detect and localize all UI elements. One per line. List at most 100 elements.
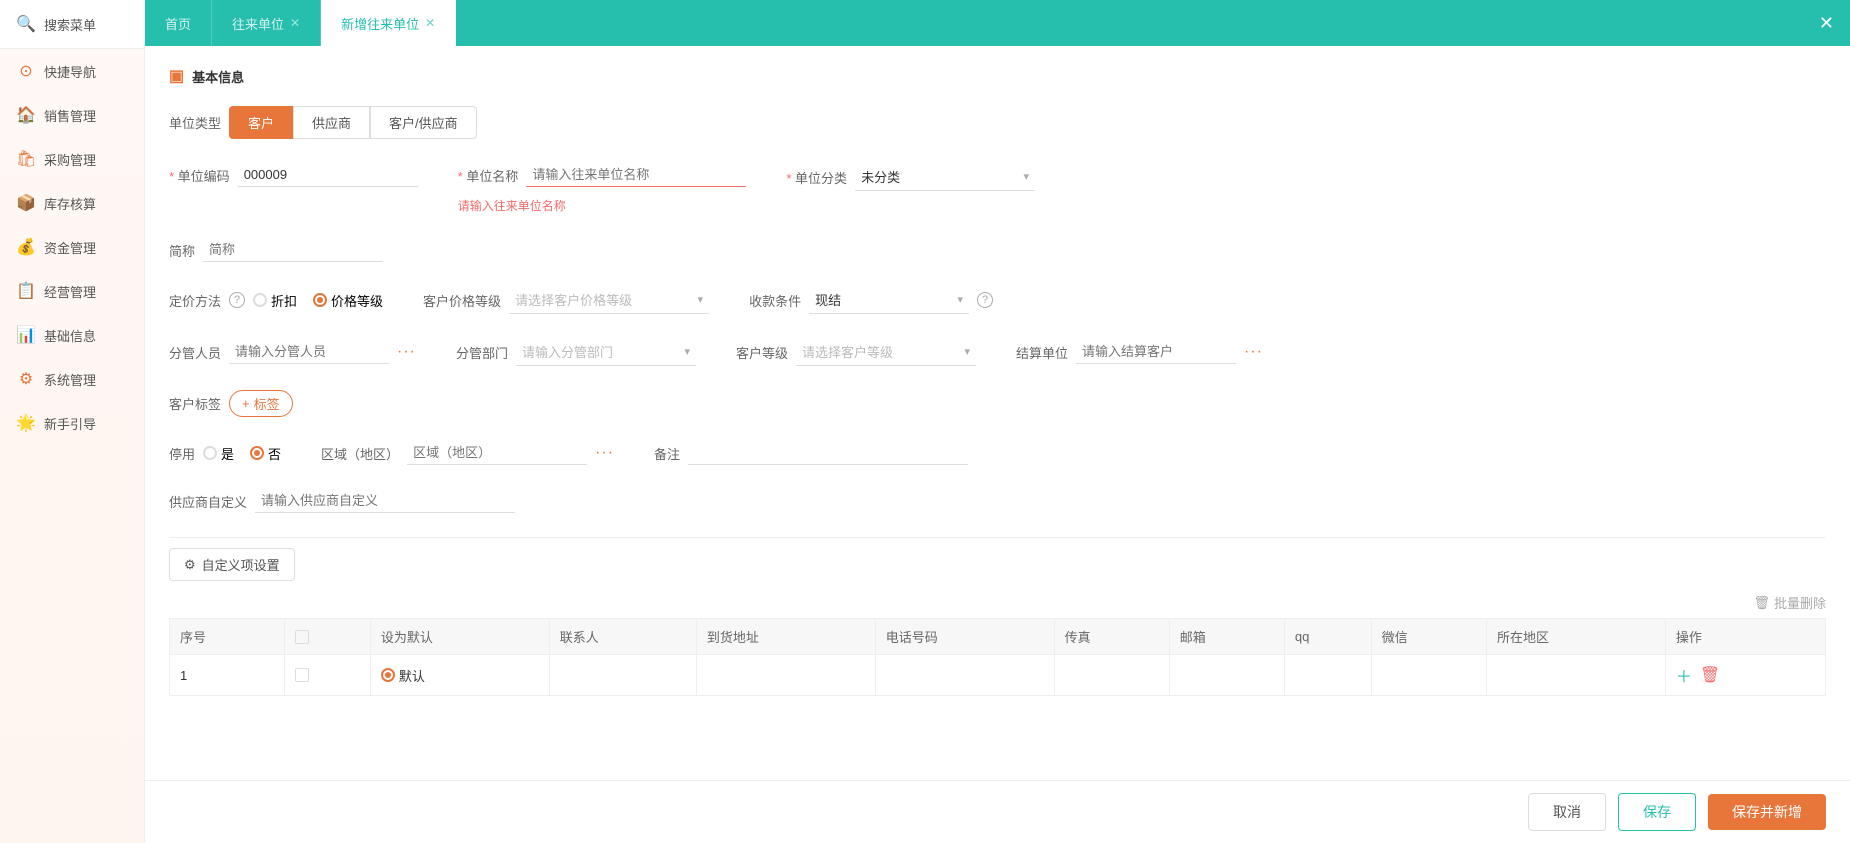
tab-home-label: 首页 <box>165 14 191 33</box>
sidebar-basic-label: 基础信息 <box>44 326 96 345</box>
sidebar-item-operations[interactable]: 📋 经营管理 <box>0 269 144 313</box>
guide-icon: 🌟 <box>16 413 36 433</box>
unit-code-label: 单位编码 <box>169 166 230 185</box>
cancel-button[interactable]: 取消 <box>1528 793 1606 831</box>
system-icon: ⚙ <box>16 369 36 389</box>
tab-partners[interactable]: 往来单位 ✕ <box>212 0 321 46</box>
row-add-button[interactable]: ＋ <box>1676 663 1692 687</box>
tab-partners-close[interactable]: ✕ <box>290 16 300 30</box>
sidebar-item-guide[interactable]: 🌟 新手引导 <box>0 401 144 445</box>
unit-name-group: 单位名称 请输入往来单位名称 <box>458 163 747 214</box>
sidebar-purchase-label: 采购管理 <box>44 150 96 169</box>
region-label: 区域（地区） <box>321 444 399 463</box>
region-group: 区域（地区） ··· <box>321 441 614 465</box>
payment-terms-help[interactable]: ? <box>977 292 993 308</box>
remark-input[interactable] <box>688 441 968 465</box>
department-select[interactable]: 请输入分管部门 ▾ <box>516 338 696 366</box>
remark-label: 备注 <box>654 444 680 463</box>
search-menu-item[interactable]: 🔍 搜索菜单 <box>0 0 144 49</box>
tab-new-partner-close[interactable]: ✕ <box>425 16 435 30</box>
settlement-unit-input[interactable] <box>1076 340 1236 364</box>
add-tag-label: 标签 <box>254 394 280 413</box>
pricing-level-label: 价格等级 <box>331 291 383 310</box>
tab-bar-close[interactable]: ✕ <box>1819 13 1834 34</box>
disabled-yes[interactable]: 是 <box>203 444 234 463</box>
shortname-input[interactable] <box>203 238 383 262</box>
tab-bar: 首页 往来单位 ✕ 新增往来单位 ✕ ✕ <box>145 0 1850 46</box>
sidebar-item-sales[interactable]: 🏠 销售管理 <box>0 93 144 137</box>
save-button[interactable]: 保存 <box>1618 793 1696 831</box>
sidebar-item-system[interactable]: ⚙ 系统管理 <box>0 357 144 401</box>
batch-delete-button[interactable]: 🗑 批量删除 <box>1753 593 1826 612</box>
custom-settings-label: 自定义项设置 <box>202 555 280 574</box>
tab-new-partner-label: 新增往来单位 <box>341 14 419 33</box>
row-default-radio <box>381 668 395 682</box>
type-btn-supplier[interactable]: 供应商 <box>293 106 370 139</box>
customer-level-chevron: ▾ <box>965 345 971 358</box>
row-fax <box>1054 655 1169 696</box>
col-action: 操作 <box>1665 619 1825 655</box>
code-name-category-row: 单位编码 单位名称 请输入往来单位名称 单位分类 未分类 ▾ <box>169 163 1826 218</box>
pricing-method-help[interactable]: ? <box>229 292 245 308</box>
col-qq: qq <box>1284 619 1371 655</box>
add-tag-icon: + <box>242 396 250 411</box>
disabled-region-row: 停用 是 否 区域（地区） ··· 备注 <box>169 441 1826 469</box>
operations-icon: 📋 <box>16 281 36 301</box>
tag-label: 客户标签 <box>169 394 221 413</box>
contacts-table: 序号 设为默认 联系人 到货地址 电话号码 传真 邮箱 qq 微信 所在地区 操… <box>169 618 1826 696</box>
region-more[interactable]: ··· <box>595 444 614 462</box>
tab-new-partner[interactable]: 新增往来单位 ✕ <box>321 0 456 46</box>
type-btn-both[interactable]: 客户/供应商 <box>370 106 477 139</box>
department-group: 分管部门 请输入分管部门 ▾ <box>456 338 696 366</box>
manager-more[interactable]: ··· <box>397 343 416 361</box>
custom-settings-icon: ⚙ <box>184 557 196 573</box>
customer-price-level-select[interactable]: 请选择客户价格等级 ▾ <box>509 286 709 314</box>
supplier-custom-group: 供应商自定义 <box>169 489 515 513</box>
header-checkbox[interactable] <box>295 630 309 644</box>
manager-row: 分管人员 ··· 分管部门 请输入分管部门 ▾ 客户等级 请选择客户等级 ▾ 结… <box>169 338 1826 370</box>
tag-row: 客户标签 + 标签 <box>169 390 1826 421</box>
row-email <box>1169 655 1284 696</box>
custom-settings-button[interactable]: ⚙ 自定义项设置 <box>169 548 295 581</box>
add-tag-button[interactable]: + 标签 <box>229 390 293 417</box>
sidebar-sales-label: 销售管理 <box>44 106 96 125</box>
pricing-level[interactable]: 价格等级 <box>313 291 383 310</box>
inventory-icon: 📦 <box>16 193 36 213</box>
row-default-radio-item[interactable]: 默认 <box>381 666 539 685</box>
row-default: 默认 <box>370 655 549 696</box>
row-delete-button[interactable]: 🗑 <box>1700 665 1720 685</box>
sidebar-guide-label: 新手引导 <box>44 414 96 433</box>
sidebar-item-inventory[interactable]: 📦 库存核算 <box>0 181 144 225</box>
sidebar-item-basic[interactable]: 📊 基础信息 <box>0 313 144 357</box>
sidebar-item-purchase[interactable]: 🛍 采购管理 <box>0 137 144 181</box>
pricing-discount[interactable]: 折扣 <box>253 291 297 310</box>
payment-terms-select[interactable]: 现结 ▾ <box>809 286 969 314</box>
table-row: 1 默认 <box>170 655 1826 696</box>
disabled-no-label: 否 <box>268 444 281 463</box>
search-label: 搜索菜单 <box>44 15 96 34</box>
unit-category-select[interactable]: 未分类 ▾ <box>855 163 1035 191</box>
supplier-custom-input[interactable] <box>255 489 515 513</box>
settlement-unit-more[interactable]: ··· <box>1244 343 1263 361</box>
customer-level-placeholder: 请选择客户等级 <box>802 342 960 361</box>
section-header: ▣ 基本信息 <box>169 66 1826 86</box>
unit-name-label: 单位名称 <box>458 166 519 185</box>
col-default: 设为默认 <box>370 619 549 655</box>
pricing-row: 定价方法 ? 折扣 价格等级 客户价格等级 请选择客户价格等级 <box>169 286 1826 318</box>
basic-icon: 📊 <box>16 325 36 345</box>
row-default-label: 默认 <box>399 666 425 685</box>
region-input[interactable] <box>407 441 587 465</box>
tab-home[interactable]: 首页 <box>145 0 212 46</box>
col-check <box>285 619 371 655</box>
remark-group: 备注 <box>654 441 968 465</box>
unit-code-input[interactable] <box>238 163 418 187</box>
manager-input[interactable] <box>229 340 389 364</box>
save-new-button[interactable]: 保存并新增 <box>1708 794 1826 830</box>
sidebar-item-finance[interactable]: 💰 资金管理 <box>0 225 144 269</box>
sidebar-item-quick-nav[interactable]: ⊙ 快捷导航 <box>0 49 144 93</box>
customer-level-select[interactable]: 请选择客户等级 ▾ <box>796 338 976 366</box>
type-btn-customer[interactable]: 客户 <box>229 106 293 139</box>
unit-name-input[interactable] <box>526 163 746 187</box>
disabled-no[interactable]: 否 <box>250 444 281 463</box>
row-checkbox[interactable] <box>295 668 309 682</box>
